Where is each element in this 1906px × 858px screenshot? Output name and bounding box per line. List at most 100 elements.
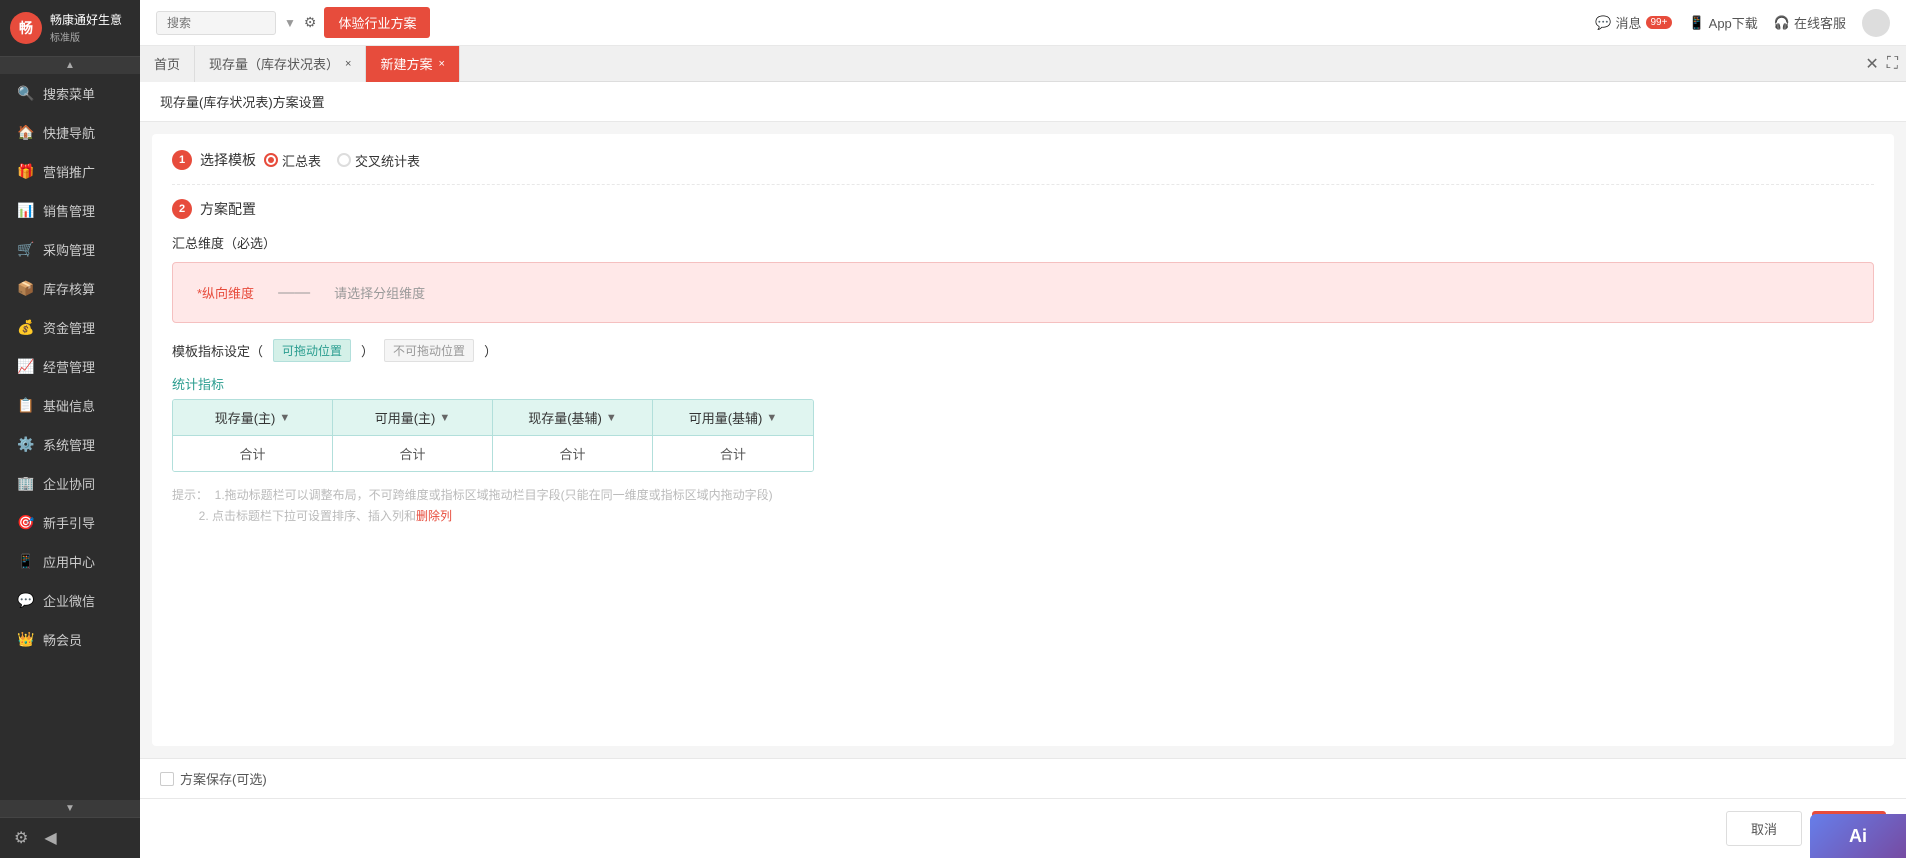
ai-float-button[interactable]: Ai xyxy=(1810,814,1906,858)
sidebar-item-marketing[interactable]: 🎁 营销推广 xyxy=(0,152,140,191)
col-3-dropdown-icon[interactable]: ▼ xyxy=(606,412,617,424)
sidebar-item-enterprise-wx[interactable]: 💬 企业微信 xyxy=(0,581,140,620)
app-center-icon: 📱 xyxy=(17,553,35,571)
audio-icon[interactable]: ◀ xyxy=(44,828,56,848)
industry-solution-button[interactable]: 体验行业方案 xyxy=(324,7,430,38)
stats-col-1-body: 合计 xyxy=(173,436,333,471)
tab-expand-icon[interactable]: ⛶ xyxy=(1887,55,1898,73)
vertical-dim-arrow: —— xyxy=(278,284,310,302)
app-download-item[interactable]: 📱 App下载 xyxy=(1688,13,1757,32)
stats-col-4-body: 合计 xyxy=(653,436,813,471)
step2-label: 2 方案配置 xyxy=(172,199,1874,219)
radio-crosstab-dot xyxy=(337,153,351,167)
inventory-icon: 📦 xyxy=(17,280,35,298)
radio-summary[interactable]: 汇总表 xyxy=(264,151,321,170)
dimension-area[interactable]: *纵向维度 —— 请选择分组维度 xyxy=(172,262,1874,323)
topbar: ▼ ⚙ 体验行业方案 💬 消息 99+ 📱 App下载 🎧 在线客服 xyxy=(140,0,1906,46)
draggable-tag: 可拖动位置 xyxy=(273,339,351,362)
step1-divider xyxy=(172,184,1874,185)
headset-icon: 🎧 xyxy=(1774,15,1790,31)
app-version: 标准版 xyxy=(50,29,122,44)
stats-header-row: 现存量(主) ▼ 可用量(主) ▼ 现存量(基辅) ▼ 可用量(基辅) xyxy=(173,400,813,435)
enterprise-wx-icon: 💬 xyxy=(17,592,35,610)
sidebar-item-inventory[interactable]: 📦 库存核算 xyxy=(0,269,140,308)
sidebar-item-label: 应用中心 xyxy=(43,552,95,571)
vertical-dim-required: *纵向维度 xyxy=(197,283,254,302)
sidebar-item-basic-info[interactable]: 📋 基础信息 xyxy=(0,386,140,425)
settings-icon[interactable]: ⚙ xyxy=(14,828,28,848)
sidebar-item-label: 营销推广 xyxy=(43,162,95,181)
search-input[interactable] xyxy=(156,11,276,35)
message-label: 消息 xyxy=(1615,13,1641,32)
sidebar: 畅 畅康通好生意 标准版 ▲ 🔍 搜索菜单 🏠 快捷导航 🎁 营销推广 📊 销售… xyxy=(0,0,140,858)
sidebar-scroll-down[interactable]: ▼ xyxy=(0,800,140,817)
tab-inventory[interactable]: 现存量（库存状况表） × xyxy=(195,46,366,82)
sidebar-item-label: 系统管理 xyxy=(43,435,95,454)
footer-bar: 取消 查询 xyxy=(140,798,1906,858)
sidebar-item-finance[interactable]: 💰 资金管理 xyxy=(0,308,140,347)
step1-text: 选择模板 xyxy=(200,150,256,170)
tips-section: 提示： 1.拖动标题栏可以调整布局，不可跨维度或指标区域拖动栏目字段(只能在同一… xyxy=(172,486,1874,524)
sidebar-item-label: 搜索菜单 xyxy=(43,84,95,103)
tab-close-icon[interactable]: ✕ xyxy=(1865,54,1878,74)
stats-col-3-header: 现存量(基辅) ▼ xyxy=(493,400,653,435)
tab-home[interactable]: 首页 xyxy=(140,46,195,82)
message-badge: 99+ xyxy=(1646,16,1673,29)
sidebar-item-label: 企业微信 xyxy=(43,591,95,610)
user-avatar[interactable] xyxy=(1862,9,1890,37)
content-area: 现存量(库存状况表)方案设置 1 选择模板 汇总表 交叉统计表 xyxy=(140,82,1906,858)
page-title: 现存量(库存状况表)方案设置 xyxy=(160,95,325,110)
template-radio-group: 汇总表 交叉统计表 xyxy=(264,151,420,170)
online-service-item[interactable]: 🎧 在线客服 xyxy=(1774,13,1846,32)
marketing-icon: 🎁 xyxy=(17,163,35,181)
non-draggable-tag: 不可拖动位置 xyxy=(384,339,474,362)
topbar-gear-icon[interactable]: ⚙ xyxy=(304,14,317,31)
topbar-right: 💬 消息 99+ 📱 App下载 🎧 在线客服 xyxy=(1595,9,1890,37)
col-4-dropdown-icon[interactable]: ▼ xyxy=(766,412,777,424)
sidebar-item-search-menu[interactable]: 🔍 搜索菜单 xyxy=(0,74,140,113)
tip-2-link[interactable]: 删除列 xyxy=(416,509,452,523)
sidebar-item-label: 资金管理 xyxy=(43,318,95,337)
sidebar-item-app-center[interactable]: 📱 应用中心 xyxy=(0,542,140,581)
sidebar-scroll-up[interactable]: ▲ xyxy=(0,57,140,74)
sidebar-item-enterprise[interactable]: 🏢 企业协同 xyxy=(0,464,140,503)
save-checkbox-input[interactable] xyxy=(160,772,174,786)
sales-icon: 📊 xyxy=(17,202,35,220)
sidebar-item-quick-nav[interactable]: 🏠 快捷导航 xyxy=(0,113,140,152)
enterprise-icon: 🏢 xyxy=(17,475,35,493)
tab-inventory-close[interactable]: × xyxy=(345,58,351,70)
sidebar-item-sales[interactable]: 📊 销售管理 xyxy=(0,191,140,230)
col-1-dropdown-icon[interactable]: ▼ xyxy=(279,412,290,424)
app-logo: 畅 畅康通好生意 标准版 xyxy=(0,0,140,57)
tab-new-plan-close[interactable]: × xyxy=(438,58,444,70)
sidebar-item-purchase[interactable]: 🛒 采购管理 xyxy=(0,230,140,269)
logo-icon: 畅 xyxy=(10,12,42,44)
sidebar-item-membership[interactable]: 👑 畅会员 xyxy=(0,620,140,659)
messages-item[interactable]: 💬 消息 99+ xyxy=(1595,13,1672,32)
stats-section-label: 统计指标 xyxy=(172,374,1874,393)
quick-nav-icon: 🏠 xyxy=(17,124,35,142)
tab-new-plan[interactable]: 新建方案 × xyxy=(366,46,459,82)
form-section: 1 选择模板 汇总表 交叉统计表 2 方案配置 xyxy=(152,134,1894,746)
sidebar-item-label: 快捷导航 xyxy=(43,123,95,142)
topbar-left: ▼ ⚙ 体验行业方案 xyxy=(156,7,1583,38)
stats-section: 统计指标 现存量(主) ▼ 可用量(主) ▼ 现存量(基辅) xyxy=(172,374,1874,472)
tab-inventory-label: 现存量（库存状况表） xyxy=(209,54,339,73)
system-icon: ⚙️ xyxy=(17,436,35,454)
col-2-dropdown-icon[interactable]: ▼ xyxy=(439,412,450,424)
tip-2: 2. 点击标题栏下拉可设置排序、插入列和删除列 xyxy=(172,507,1874,524)
app-download-icon: 📱 xyxy=(1688,15,1704,31)
save-checkbox-area: 方案保存(可选) xyxy=(140,758,1906,798)
page-header: 现存量(库存状况表)方案设置 xyxy=(140,82,1906,122)
cancel-button[interactable]: 取消 xyxy=(1726,811,1802,846)
radio-crosstab[interactable]: 交叉统计表 xyxy=(337,151,420,170)
sidebar-item-new-guide[interactable]: 🎯 新手引导 xyxy=(0,503,140,542)
stats-col-1-header: 现存量(主) ▼ xyxy=(173,400,333,435)
sidebar-item-system[interactable]: ⚙️ 系统管理 xyxy=(0,425,140,464)
step2-num: 2 xyxy=(172,199,192,219)
sidebar-item-operations[interactable]: 📈 经营管理 xyxy=(0,347,140,386)
basic-info-icon: 📋 xyxy=(17,397,35,415)
tab-new-plan-label: 新建方案 xyxy=(380,54,432,73)
sidebar-menu: 🔍 搜索菜单 🏠 快捷导航 🎁 营销推广 📊 销售管理 🛒 采购管理 📦 库存核… xyxy=(0,74,140,800)
search-dropdown-icon[interactable]: ▼ xyxy=(284,16,296,30)
